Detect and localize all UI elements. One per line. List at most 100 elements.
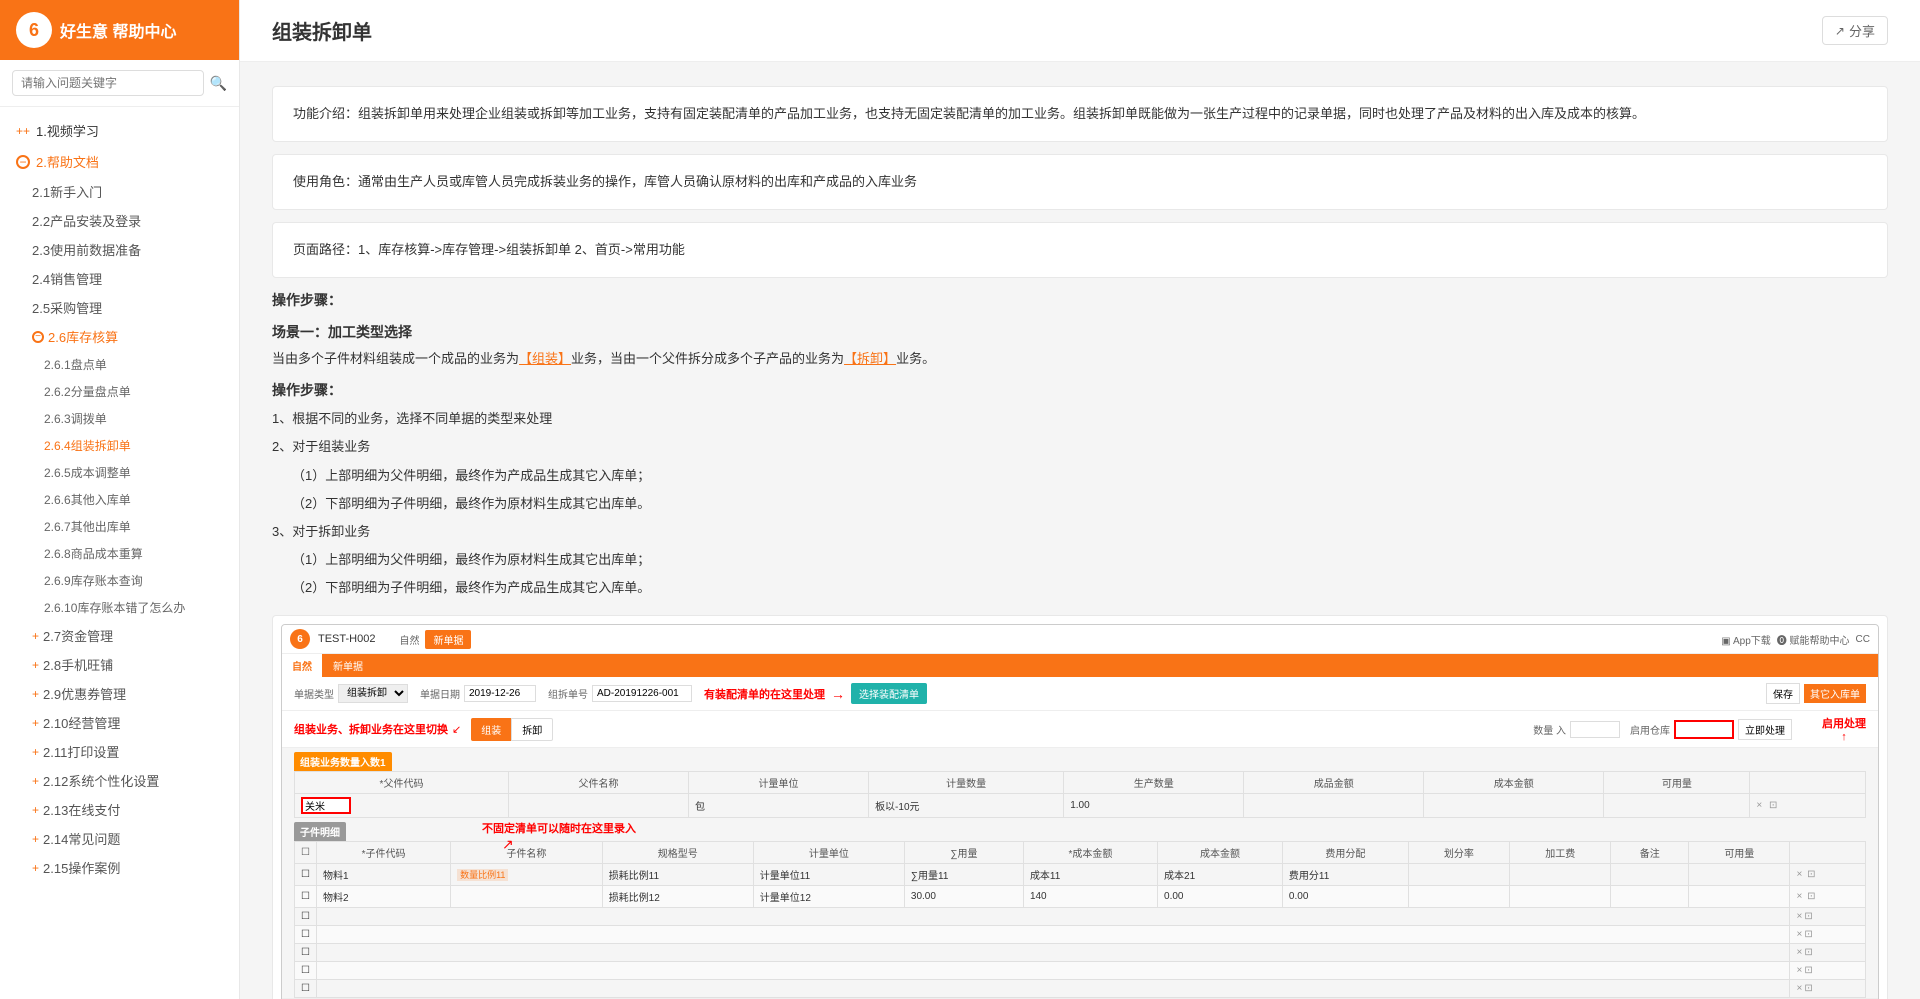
sidebar-item-faq[interactable]: + 2.14常见问题 (0, 824, 239, 853)
sidebar-item-videos[interactable]: + 1.视频学习 (0, 115, 239, 146)
sw-lr1-copy[interactable]: ⊡ (1807, 869, 1815, 880)
sw-lth-name: 子件名称 (451, 842, 603, 864)
sw-subnav-new: 新单据 (323, 654, 373, 677)
screenshot-container: 6 TEST-H002 自然 新单据 ▣ App下载 ⓿ 赋能帮助中心 CC 自… (272, 615, 1888, 999)
sw-date-input[interactable] (464, 685, 536, 702)
sw-lr2-copy[interactable]: ⊡ (1807, 891, 1815, 902)
steps-title: 操作步骤： (272, 380, 1888, 400)
share-button[interactable]: ↗ 分享 (1822, 16, 1888, 45)
sw-lth-action (1790, 842, 1866, 864)
sidebar-item-install[interactable]: 2.2产品安装及登录 (0, 206, 239, 235)
sw-lr5: ☐×⊡ (295, 944, 1866, 962)
sw-ann3-arrow: ↑ (1841, 731, 1847, 743)
sw-enable-label: 启用仓库 (1630, 722, 1670, 737)
sidebar-item-stocktake2[interactable]: 2.6.2分量盘点单 (0, 378, 239, 405)
sw-type-switch: 组装业务、拆卸业务在这里切换 ↙ (294, 721, 461, 737)
sidebar-item-stockbookerror[interactable]: 2.6.10库存账本错了怎么办 (0, 594, 239, 621)
sidebar-item-otherinbound[interactable]: 2.6.6其他入库单 (0, 486, 239, 513)
sidebar-item-mobile[interactable]: + 2.8手机旺铺 (0, 650, 239, 679)
sidebar-item-mgmt[interactable]: + 2.10经营管理 (0, 708, 239, 737)
intro-card: 功能介绍：组装拆卸单用来处理企业组装或拆卸等加工业务，支持有固定装配清单的产品加… (272, 86, 1888, 142)
collapse-icon: − (16, 155, 30, 169)
sidebar-item-payment[interactable]: + 2.13在线支付 (0, 795, 239, 824)
sw-confirm-btn[interactable]: 立即处理 (1738, 719, 1792, 740)
sw-field-date: 单据日期 (420, 685, 536, 702)
sw-lr1-process (1510, 864, 1611, 886)
sw-order-input[interactable] (592, 685, 692, 702)
sw-lr1: ☐ 物料1 数量比例11 损耗比例11 计量单位11 ∑用量11 成本11 成本… (295, 864, 1866, 886)
sw-lr1-cb: ☐ (295, 864, 317, 886)
sw-lth-rate: 划分率 (1408, 842, 1509, 864)
sw-ann4-arrow: ↗ (502, 836, 514, 853)
intro-text: 功能介绍：组装拆卸单用来处理企业组装或拆卸等加工业务，支持有固定装配清单的产品加… (293, 106, 1645, 121)
sw-lr2-code: 物料2 (316, 886, 450, 908)
sw-subnav-list: 自然 (282, 654, 323, 677)
sw-lth-avail: 可用量 (1689, 842, 1790, 864)
step3-2: （2）下部明细为子件明细，最终作为产成品生成其它入库单。 (272, 577, 1888, 599)
sw-type-tabs: 组装 拆卸 (471, 718, 553, 741)
sidebar-item-dataprep[interactable]: 2.3使用前数据准备 (0, 235, 239, 264)
sw-ur1-copy-icon[interactable]: ⊡ (1769, 800, 1777, 811)
sw-lr2: ☐ 物料2 损耗比例12 计量单位12 30.00 140 0.00 0.00 (295, 886, 1866, 908)
sw-lr2-unit: 计量单位12 (753, 886, 904, 908)
sw-ann4-text: 不固定清单可以随时在这里录入 (482, 820, 636, 836)
sidebar-item-inventory[interactable]: − 2.6库存核算 (0, 322, 239, 351)
sidebar-item-helpdoc[interactable]: − 2.帮助文档 (0, 146, 239, 177)
sidebar-item-cases[interactable]: + 2.15操作案例 (0, 853, 239, 882)
search-bar: 🔍 (0, 60, 239, 107)
sw-qty-input[interactable] (1570, 721, 1620, 738)
sw-type-select[interactable]: 组装拆卸 (338, 684, 408, 703)
sw-uth-code: *父件代码 (295, 772, 509, 794)
sw-ur1-code-input[interactable] (301, 797, 351, 814)
sw-sub-nav: 自然 新单据 (282, 654, 1878, 677)
sw-qty-section: 数量 入 (1533, 721, 1620, 738)
sidebar-item-assembly[interactable]: 2.6.4组装拆卸单 (0, 432, 239, 459)
sidebar-item-transfer[interactable]: 2.6.3调拨单 (0, 405, 239, 432)
expand-icon: + (16, 124, 30, 138)
sw-lr1-del[interactable]: × (1796, 869, 1802, 880)
sw-lr2-action: × ⊡ (1790, 886, 1866, 908)
search-input[interactable] (12, 70, 204, 96)
sw-select-bill-btn[interactable]: 选择装配清单 (851, 683, 927, 704)
search-icon[interactable]: 🔍 (210, 75, 227, 92)
steps-list: 1、根据不同的业务，选择不同单据的类型来处理 2、对于组装业务 （1）上部明细为… (272, 408, 1888, 599)
sw-ur1-action: × ⊡ (1750, 794, 1866, 818)
sw-tab-disassembly[interactable]: 拆卸 (511, 718, 553, 741)
sidebar-item-costadjust[interactable]: 2.6.5成本调整单 (0, 459, 239, 486)
sw-lr2-spec: 损耗比例12 (602, 886, 753, 908)
fin-plus-icon: + (32, 629, 39, 643)
sidebar-item-purchase[interactable]: 2.5采购管理 (0, 293, 239, 322)
sidebar-item-coupon[interactable]: + 2.9优惠券管理 (0, 679, 239, 708)
link-assembly[interactable]: 【组装】 (519, 351, 571, 366)
sidebar-item-otheroutbound[interactable]: 2.6.7其他出库单 (0, 513, 239, 540)
sidebar-item-stocktake[interactable]: 2.6.1盘点单 (0, 351, 239, 378)
sw-submit-btn[interactable]: 其它入库单 (1804, 684, 1866, 703)
sw-uth-avail: 可用量 (1604, 772, 1750, 794)
sidebar-item-stockbook[interactable]: 2.6.9库存账本查询 (0, 567, 239, 594)
page-title: 组装拆卸单 (272, 16, 372, 45)
sw-save-btn[interactable]: 保存 (1766, 683, 1800, 704)
sidebar-item-newuser[interactable]: 2.1新手入门 (0, 177, 239, 206)
sw-lth-spec: 规格型号 (602, 842, 753, 864)
sw-apptab: ▣ App下载 (1721, 632, 1770, 647)
sw-tab-assembly[interactable]: 组装 (471, 718, 511, 741)
sidebar: 6 好生意 帮助中心 🔍 + 1.视频学习 − 2.帮助文档 2.1新手入门 2… (0, 0, 240, 999)
sw-nav-bar: 自然 新单据 (399, 630, 1713, 649)
sidebar-item-personalize[interactable]: + 2.12系统个性化设置 (0, 766, 239, 795)
sw-lth-process: 加工费 (1510, 842, 1611, 864)
link-disassembly[interactable]: 【拆卸】 (844, 351, 896, 366)
sw-lr2-del[interactable]: × (1796, 891, 1802, 902)
nav-tree: + 1.视频学习 − 2.帮助文档 2.1新手入门 2.2产品安装及登录 2.3… (0, 107, 239, 999)
sw-helpcenter: ⓿ 赋能帮助中心 (1777, 632, 1850, 647)
sidebar-item-sales[interactable]: 2.4销售管理 (0, 264, 239, 293)
sw-lr2-sum: 30.00 (904, 886, 1023, 908)
sw-lr2-cost: 0.00 (1158, 886, 1283, 908)
sidebar-item-print[interactable]: + 2.11打印设置 (0, 737, 239, 766)
sidebar-item-finance[interactable]: + 2.7资金管理 (0, 621, 239, 650)
sw-ur1-prodamt (1244, 794, 1424, 818)
sidebar-item-costrecompute[interactable]: 2.6.8商品成本重算 (0, 540, 239, 567)
sw-warehouse-input[interactable] (1674, 720, 1734, 739)
sw-qty-label: 数量 入 (1533, 722, 1566, 737)
sw-ur1-del-icon[interactable]: × (1756, 800, 1762, 811)
sw-lower-label: 子件明细 (294, 822, 346, 841)
